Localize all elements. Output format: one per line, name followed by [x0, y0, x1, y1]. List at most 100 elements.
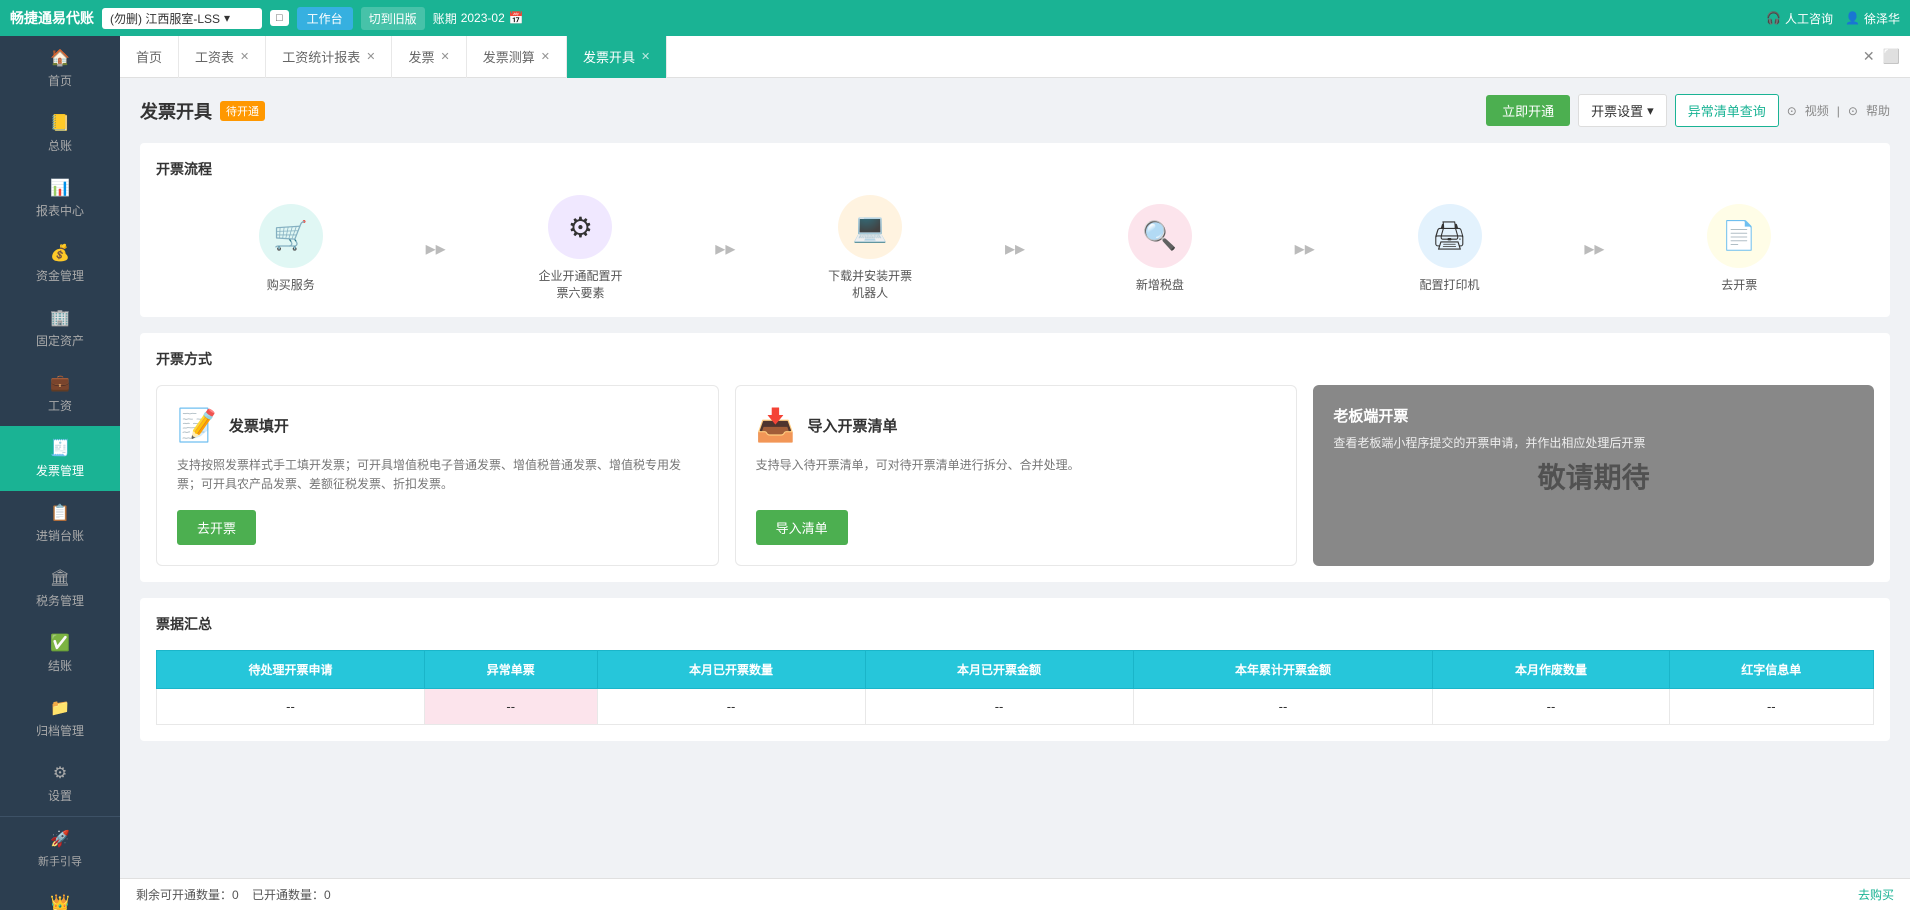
sidebar-item-label-invoice: 发票管理 [36, 462, 84, 479]
summary-table: 待处理开票申请 异常单票 本月已开票数量 本月已开票金额 本年累计开票金额 本月… [156, 650, 1874, 725]
sidebar-item-settle[interactable]: ✅ 结账 [0, 621, 120, 686]
sidebar-item-label-settle: 结账 [48, 657, 72, 674]
taxboard-label: 新增税盘 [1136, 276, 1184, 293]
ledger-icon: 📒 [50, 113, 70, 133]
tab-salary-table[interactable]: 工资表 ✕ [179, 36, 266, 78]
manual-icon: 📝 [177, 406, 217, 444]
flow-section: 开票流程 🛒 购买服务 ▸▸ ⚙ 企业开通配置开票六要素 [140, 143, 1890, 317]
opened-count: 已开通数量：0 [252, 888, 331, 902]
abnormal-query-button[interactable]: 异常清单查询 [1675, 94, 1779, 127]
sidebar-item-archive[interactable]: 📁 归档管理 [0, 686, 120, 751]
status-bar: 剩余可开通数量：0 已开通数量：0 去购买 [120, 878, 1910, 910]
summary-cell-pending: -- [157, 689, 425, 725]
page-actions: 立即开通 开票设置 ▾ 异常清单查询 ⊙ 视频 | ⊙ 帮助 [1486, 94, 1890, 127]
sidebar-item-vip[interactable]: 👑 畅会员 [0, 881, 120, 910]
summary-section: 票据汇总 待处理开票申请 异常单票 本月已开票数量 本月已开票金额 本年累计开票… [140, 598, 1890, 741]
salary-icon: 💼 [50, 373, 70, 393]
close-tab-invoice[interactable]: ✕ [441, 50, 450, 63]
sidebar-item-asset[interactable]: 🏢 固定资产 [0, 296, 120, 361]
consult-button[interactable]: 🎧 人工咨询 [1766, 10, 1833, 27]
summary-cell-monthly-count: -- [597, 689, 865, 725]
tab-invoice-tool[interactable]: 发票开具 ✕ [567, 36, 667, 78]
sidebar-item-ledger[interactable]: 📒 总账 [0, 101, 120, 166]
flow-step-taxboard: 🔍 新增税盘 [1025, 204, 1295, 293]
printer-icon-wrap: 🖨 [1418, 204, 1482, 268]
settings-dropdown-button[interactable]: 开票设置 ▾ [1578, 94, 1667, 127]
view-link[interactable]: 视频 [1805, 102, 1829, 119]
asset-icon: 🏢 [50, 308, 70, 328]
company-dropdown-arrow: ▾ [224, 11, 230, 25]
close-tab-salary-table[interactable]: ✕ [240, 50, 249, 63]
top-bar: 畅捷通易代账 (勿删) 江西服室-LSS ▾ □ 工作台 切到旧版 账期 202… [0, 0, 1910, 36]
summary-row: -- -- -- -- -- -- -- [157, 689, 1874, 725]
sidebar-item-purchase[interactable]: 📋 进销台账 [0, 491, 120, 556]
report-icon: 📊 [50, 178, 70, 198]
sidebar-item-settings[interactable]: ⚙ 设置 [0, 751, 120, 816]
go-invoice-button[interactable]: 去开票 [177, 510, 256, 545]
tab-invoice[interactable]: 发票 ✕ [392, 36, 466, 78]
sidebar-item-label-home: 首页 [48, 72, 72, 89]
open-now-button[interactable]: 立即开通 [1486, 95, 1570, 126]
guide-icon: 🚀 [50, 829, 70, 849]
method-section-title: 开票方式 [156, 349, 1874, 369]
sidebar-item-label-archive: 归档管理 [36, 722, 84, 739]
method-card-manual: 📝 发票填开 支持按照发票样式手工填开发票；可开具增值税电子普通发票、增值税普通… [156, 385, 719, 566]
goto-buy-link[interactable]: 去购买 [1858, 886, 1894, 903]
close-tab-salary-stats[interactable]: ✕ [366, 50, 375, 63]
flow-arrow-5: ▸▸ [1584, 236, 1604, 261]
tab-controls: ✕ ⬜ [1863, 48, 1910, 65]
invoice-flow-icon: 📄 [1722, 219, 1757, 252]
purchase-icon: 📋 [50, 503, 70, 523]
settle-icon: ✅ [50, 633, 70, 653]
period-calendar-icon[interactable]: 📅 [509, 11, 524, 25]
switch-old-button[interactable]: 切到旧版 [361, 7, 425, 30]
taxboard-icon: 🔍 [1142, 219, 1177, 252]
summary-cell-void-count: -- [1433, 689, 1669, 725]
summary-col-pending: 待处理开票申请 [157, 651, 425, 689]
buy-icon: 🛒 [273, 219, 308, 252]
import-list-button[interactable]: 导入清单 [756, 510, 848, 545]
top-bar-left: 畅捷通易代账 (勿删) 江西服室-LSS ▾ □ 工作台 切到旧版 账期 202… [10, 7, 524, 30]
sidebar-item-label-settings: 设置 [48, 787, 72, 804]
sidebar-item-label-report: 报表中心 [36, 202, 84, 219]
download-icon: 💻 [853, 211, 888, 244]
user-profile[interactable]: 👤 徐泽华 [1845, 10, 1900, 27]
tab-home[interactable]: 首页 [120, 36, 179, 78]
restore-window-button[interactable]: ⬜ [1883, 48, 1900, 65]
sidebar-item-label-asset: 固定资产 [36, 332, 84, 349]
archive-icon: 📁 [50, 698, 70, 718]
help-link[interactable]: 帮助 [1866, 102, 1890, 119]
workbench-button[interactable]: 工作台 [297, 7, 353, 30]
vip-icon: 👑 [50, 893, 70, 910]
top-bar-right: 🎧 人工咨询 👤 徐泽华 [1766, 10, 1900, 27]
sidebar: 🏠 首页 📒 总账 📊 报表中心 💰 资金管理 🏢 固定资产 💼 工资 🧾 发票… [0, 36, 120, 910]
tab-invoice-calc[interactable]: 发票测算 ✕ [467, 36, 567, 78]
page-content: 发票开具 待开通 立即开通 开票设置 ▾ 异常清单查询 ⊙ 视频 | ⊙ [120, 78, 1910, 878]
flow-arrow-3: ▸▸ [1005, 236, 1025, 261]
sidebar-item-label-guide: 新手引导 [38, 853, 82, 869]
sidebar-item-fund[interactable]: 💰 资金管理 [0, 231, 120, 296]
company-selector[interactable]: (勿删) 江西服室-LSS ▾ [102, 8, 262, 29]
taxboard-icon-wrap: 🔍 [1128, 204, 1192, 268]
close-tab-invoice-calc[interactable]: ✕ [541, 50, 550, 63]
sidebar-item-home[interactable]: 🏠 首页 [0, 36, 120, 101]
summary-col-redinfo: 红字信息单 [1669, 651, 1873, 689]
flow-arrow-1: ▸▸ [426, 236, 446, 261]
tab-salary-stats[interactable]: 工资统计报表 ✕ [266, 36, 392, 78]
sidebar-item-invoice[interactable]: 🧾 发票管理 [0, 426, 120, 491]
close-tab-invoice-tool[interactable]: ✕ [641, 50, 650, 63]
sidebar-item-label-fund: 资金管理 [36, 267, 84, 284]
copy-icon[interactable]: □ [270, 10, 289, 26]
sidebar-item-report[interactable]: 📊 报表中心 [0, 166, 120, 231]
sidebar-item-guide[interactable]: 🚀 新手引导 [0, 817, 120, 881]
ticket-flow: 🛒 购买服务 ▸▸ ⚙ 企业开通配置开票六要素 ▸▸ 💻 [156, 195, 1874, 301]
download-icon-wrap: 💻 [838, 195, 902, 259]
sidebar-item-salary[interactable]: 💼 工资 [0, 361, 120, 426]
summary-col-abnormal: 异常单票 [425, 651, 598, 689]
flow-step-printer: 🖨 配置打印机 [1315, 204, 1585, 293]
summary-col-yearly-amount: 本年累计开票金额 [1133, 651, 1433, 689]
close-all-tabs-button[interactable]: ✕ [1863, 48, 1875, 65]
flow-step-download: 💻 下载并安装开票机器人 [735, 195, 1005, 301]
flow-arrow-4: ▸▸ [1295, 236, 1315, 261]
sidebar-item-tax[interactable]: 🏛 税务管理 [0, 556, 120, 621]
